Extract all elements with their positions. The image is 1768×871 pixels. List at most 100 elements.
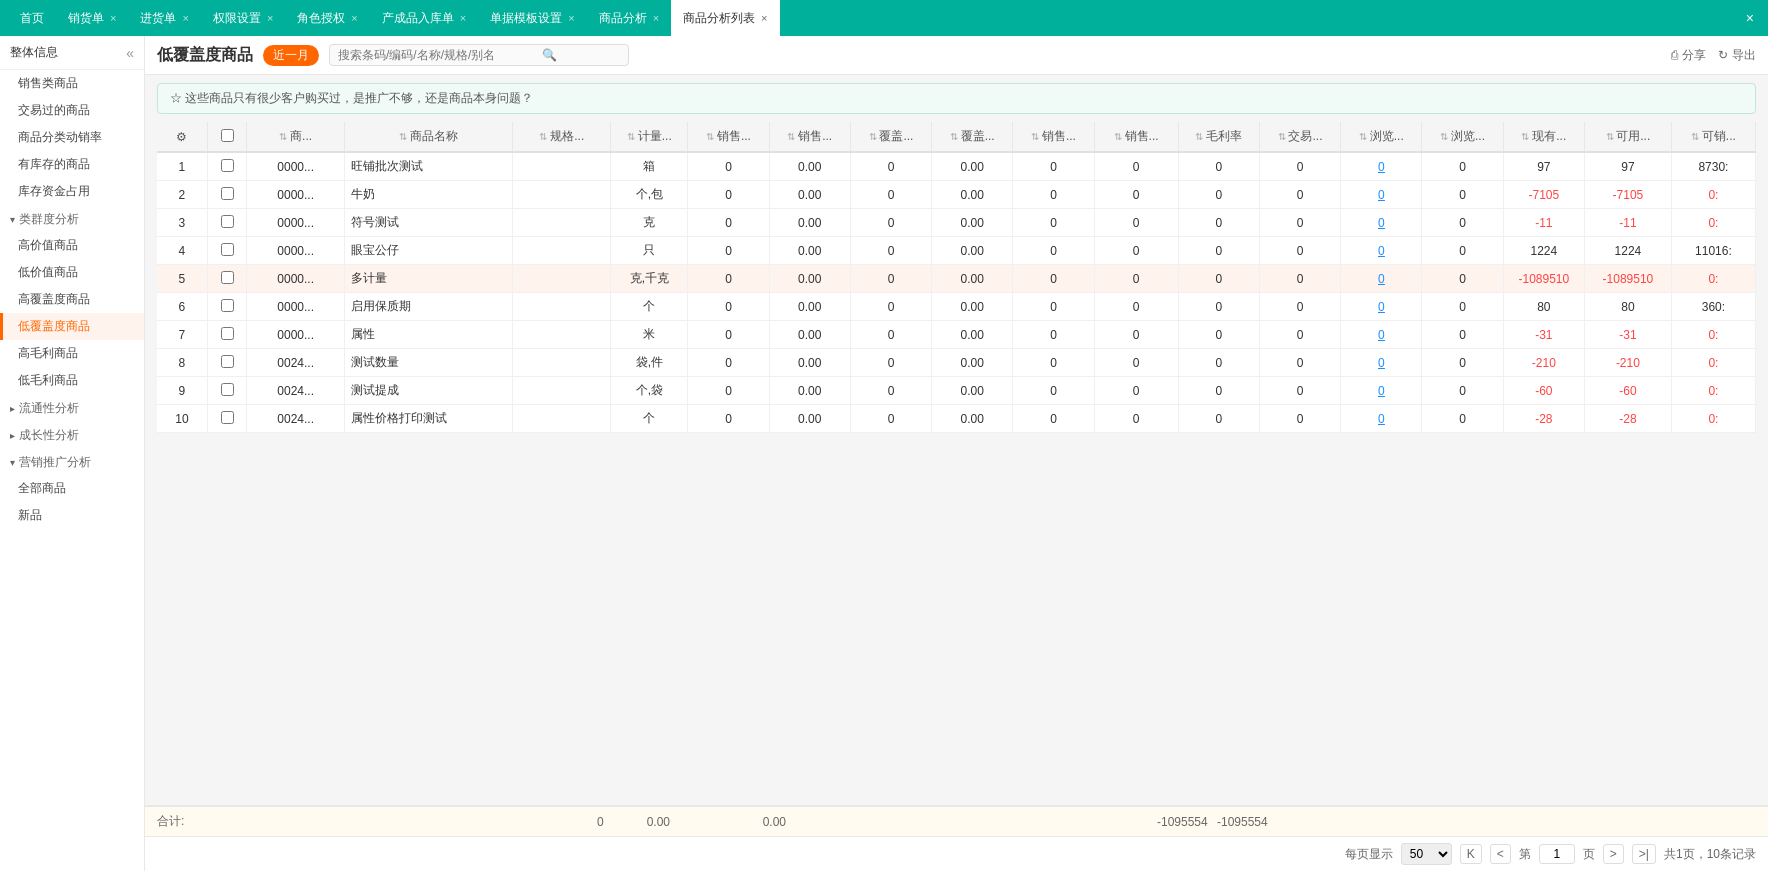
th-cover2[interactable]: 覆盖...	[932, 122, 1013, 152]
nav-close-icon[interactable]: ×	[351, 12, 357, 24]
th-sell1[interactable]: 销售...	[1013, 122, 1094, 152]
nav-close-all-button[interactable]: ×	[1740, 8, 1760, 28]
sidebar-item-high-value[interactable]: 高价值商品	[0, 232, 144, 259]
nav-product-analysis[interactable]: 商品分析 ×	[587, 0, 671, 36]
cell-gross: 0	[1178, 181, 1259, 209]
th-unit[interactable]: 计量...	[611, 122, 688, 152]
cell-checkbox[interactable]	[207, 405, 246, 433]
sidebar-group-growth-title[interactable]: ▸ 成长性分析	[0, 421, 144, 448]
cell-sales-amt: 0.00	[769, 181, 850, 209]
sidebar-header[interactable]: 整体信息 «	[0, 36, 144, 70]
export-button[interactable]: ↻ 导出	[1718, 47, 1756, 64]
sidebar-item-high-coverage[interactable]: 高覆盖度商品	[0, 286, 144, 313]
nav-close-icon[interactable]: ×	[110, 12, 116, 24]
sidebar-item-traded-products[interactable]: 交易过的商品	[0, 97, 144, 124]
cell-browse1[interactable]: 0	[1341, 377, 1422, 405]
prev-page-button[interactable]: <	[1490, 844, 1511, 864]
sidebar-item-stocked-products[interactable]: 有库存的商品	[0, 151, 144, 178]
cell-browse1[interactable]: 0	[1341, 152, 1422, 181]
select-all-checkbox[interactable]	[221, 129, 234, 142]
nav-home[interactable]: 首页	[8, 0, 56, 36]
cell-browse1[interactable]: 0	[1341, 321, 1422, 349]
page-number-input[interactable]	[1539, 844, 1575, 864]
th-sales-amt[interactable]: 销售...	[769, 122, 850, 152]
sidebar-item-low-profit[interactable]: 低毛利商品	[0, 367, 144, 394]
cell-avail: 1224	[1584, 237, 1671, 265]
sidebar-item-category-rate[interactable]: 商品分类动销率	[0, 124, 144, 151]
cell-checkbox[interactable]	[207, 181, 246, 209]
nav-product-analysis-list[interactable]: 商品分析列表 ×	[671, 0, 779, 36]
nav-role-auth[interactable]: 角色授权 ×	[285, 0, 369, 36]
cell-checkbox[interactable]	[207, 209, 246, 237]
nav-permissions[interactable]: 权限设置 ×	[201, 0, 285, 36]
th-curr1[interactable]: 现有...	[1503, 122, 1584, 152]
time-filter-button[interactable]: 近一月	[263, 45, 319, 66]
cell-checkbox[interactable]	[207, 377, 246, 405]
nav-close-icon[interactable]: ×	[653, 12, 659, 24]
th-browse1[interactable]: 浏览...	[1341, 122, 1422, 152]
cell-checkbox[interactable]	[207, 349, 246, 377]
pagination: 每页显示 50 100 200 K < 第 页 > >| 共1页，10条记录	[145, 836, 1768, 871]
sidebar-item-all-products[interactable]: 全部商品	[0, 475, 144, 502]
cell-browse1[interactable]: 0	[1341, 209, 1422, 237]
cell-browse1[interactable]: 0	[1341, 293, 1422, 321]
cell-checkbox[interactable]	[207, 321, 246, 349]
sidebar-group-circulation-title[interactable]: ▸ 流通性分析	[0, 394, 144, 421]
cell-checkbox[interactable]	[207, 152, 246, 181]
cell-cover1: 0	[850, 349, 931, 377]
th-browse2[interactable]: 浏览...	[1422, 122, 1503, 152]
th-avail[interactable]: 可用...	[1584, 122, 1671, 152]
nav-sales-order[interactable]: 销货单 ×	[56, 0, 128, 36]
share-button[interactable]: ⎙ 分享	[1671, 47, 1706, 64]
search-input[interactable]	[338, 48, 538, 62]
cell-unit: 袋,件	[611, 349, 688, 377]
sidebar-item-sales-products[interactable]: 销售类商品	[0, 70, 144, 97]
cell-gross: 0	[1178, 265, 1259, 293]
cell-browse1[interactable]: 0	[1341, 405, 1422, 433]
settings-icon[interactable]: ⚙	[176, 130, 187, 144]
sidebar-group-cluster-title[interactable]: ▾ 类群度分析	[0, 205, 144, 232]
th-code[interactable]: 商...	[247, 122, 345, 152]
th-checkbox[interactable]	[207, 122, 246, 152]
th-sales-num[interactable]: 销售...	[688, 122, 769, 152]
nav-product-inbound[interactable]: 产成品入库单 ×	[370, 0, 478, 36]
sidebar-group-marketing-title[interactable]: ▾ 营销推广分析	[0, 448, 144, 475]
cell-checkbox[interactable]	[207, 265, 246, 293]
th-gross[interactable]: 毛利率	[1178, 122, 1259, 152]
cell-browse1[interactable]: 0	[1341, 237, 1422, 265]
th-sale[interactable]: 可销...	[1671, 122, 1755, 152]
cell-checkbox[interactable]	[207, 293, 246, 321]
th-cover1[interactable]: 覆盖...	[850, 122, 931, 152]
per-page-select[interactable]: 50 100 200	[1401, 843, 1452, 865]
nav-close-icon-active[interactable]: ×	[761, 12, 767, 24]
th-spec[interactable]: 规格...	[513, 122, 611, 152]
sidebar-item-new-products[interactable]: 新品	[0, 502, 144, 529]
next-page-button[interactable]: >	[1603, 844, 1624, 864]
sidebar-item-inventory-capital[interactable]: 库存资金占用	[0, 178, 144, 205]
nav-template-settings[interactable]: 单据模板设置 ×	[478, 0, 586, 36]
cell-avail: -210	[1584, 349, 1671, 377]
first-page-button[interactable]: K	[1460, 844, 1482, 864]
nav-close-icon[interactable]: ×	[460, 12, 466, 24]
sidebar-item-low-value[interactable]: 低价值商品	[0, 259, 144, 286]
sidebar-item-high-profit[interactable]: 高毛利商品	[0, 340, 144, 367]
nav-close-icon[interactable]: ×	[267, 12, 273, 24]
cell-code: 0000...	[247, 152, 345, 181]
sidebar-item-low-coverage[interactable]: 低覆盖度商品	[0, 313, 144, 340]
sidebar-collapse-button[interactable]: «	[126, 45, 134, 61]
th-settings[interactable]: ⚙	[157, 122, 207, 152]
search-icon: 🔍	[542, 48, 557, 62]
cell-browse1[interactable]: 0	[1341, 265, 1422, 293]
cell-checkbox[interactable]	[207, 237, 246, 265]
nav-purchase-order[interactable]: 进货单 ×	[128, 0, 200, 36]
last-page-button[interactable]: >|	[1632, 844, 1656, 864]
th-name[interactable]: 商品名称	[345, 122, 513, 152]
cell-browse1[interactable]: 0	[1341, 181, 1422, 209]
nav-close-icon[interactable]: ×	[182, 12, 188, 24]
nav-close-icon[interactable]: ×	[568, 12, 574, 24]
cell-name: 眼宝公仔	[345, 237, 513, 265]
th-trade[interactable]: 交易...	[1259, 122, 1340, 152]
th-sell2[interactable]: 销售...	[1094, 122, 1178, 152]
cell-browse1[interactable]: 0	[1341, 349, 1422, 377]
cell-spec	[513, 321, 611, 349]
